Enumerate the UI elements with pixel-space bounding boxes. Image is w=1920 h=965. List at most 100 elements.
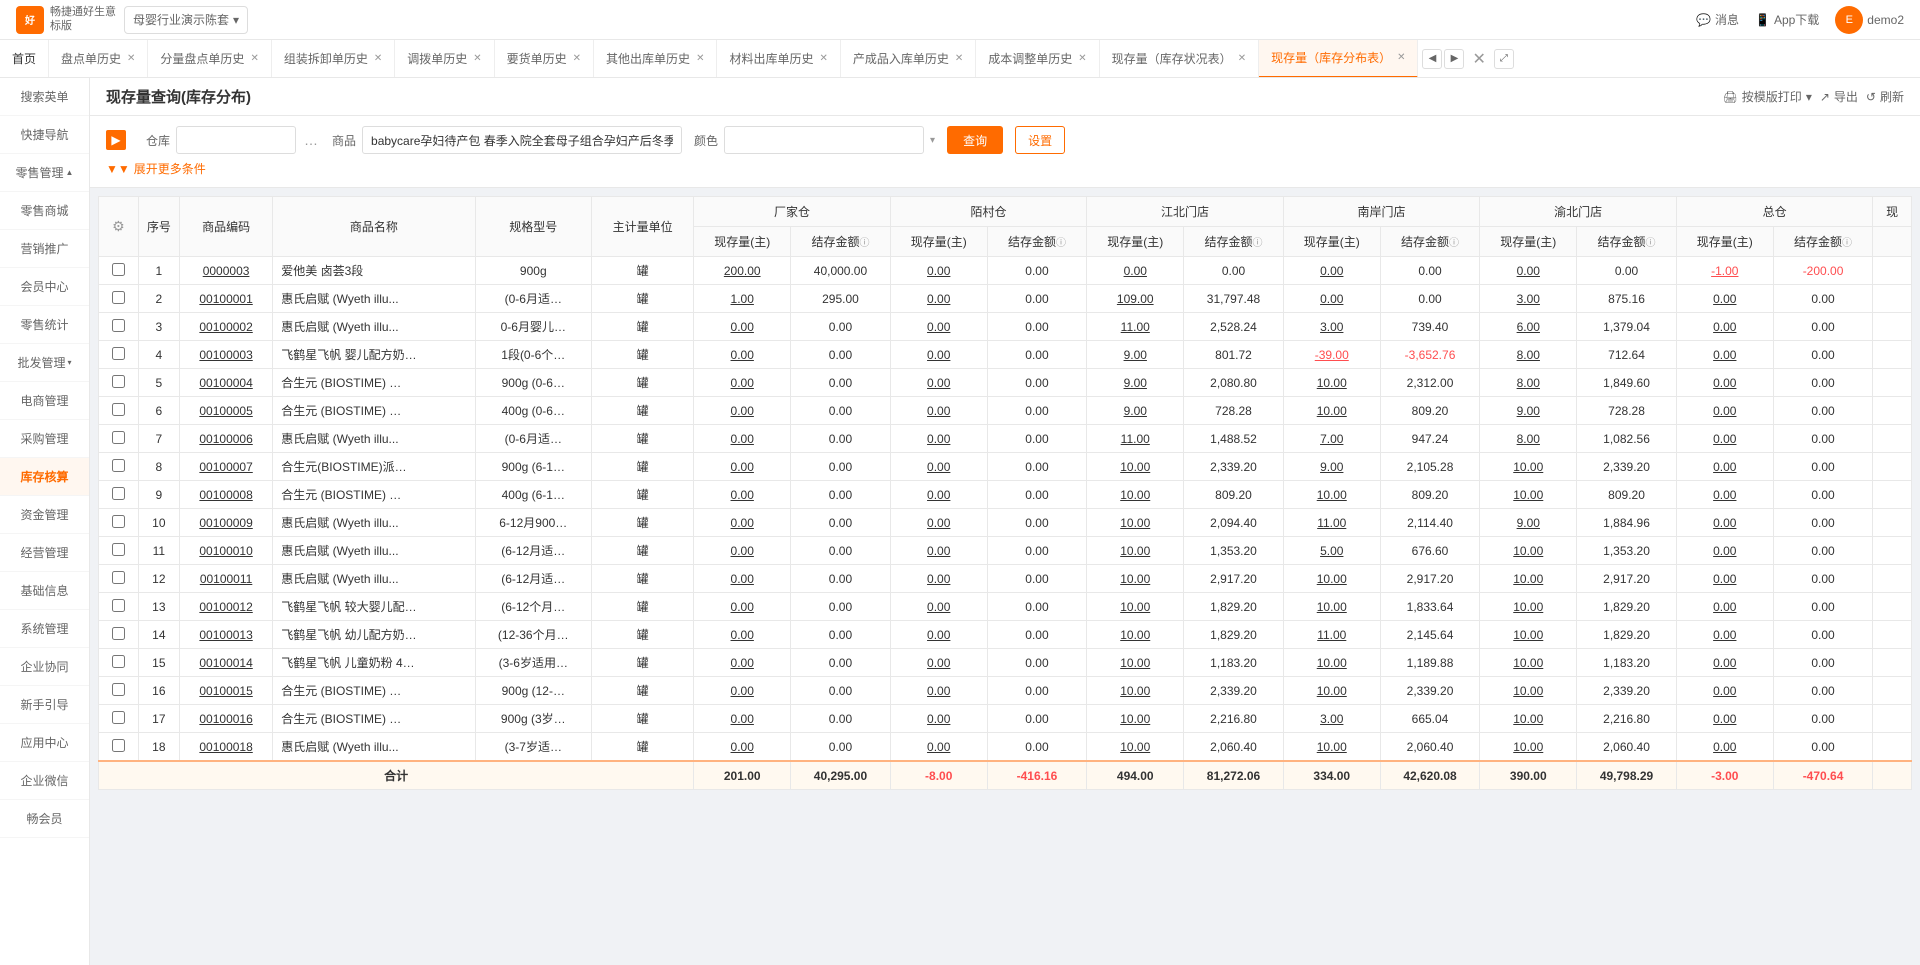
th-gear[interactable]: ⚙: [99, 197, 139, 257]
col-mucun-qty[interactable]: 0.00: [890, 481, 987, 509]
print-button[interactable]: 🖨 按模版打印 ▾: [1723, 88, 1812, 105]
col-checkbox[interactable]: [99, 593, 139, 621]
col-nanan-qty[interactable]: 0.00: [1283, 257, 1380, 285]
col-code[interactable]: 00100016: [179, 705, 272, 733]
col-total-qty[interactable]: 0.00: [1676, 397, 1773, 425]
col-checkbox[interactable]: [99, 285, 139, 313]
col-total-qty[interactable]: 0.00: [1676, 425, 1773, 453]
col-nanan-qty[interactable]: 0.00: [1283, 285, 1380, 313]
col-mucun-qty[interactable]: 0.00: [890, 649, 987, 677]
col-checkbox[interactable]: [99, 649, 139, 677]
col-yubei-qty[interactable]: 6.00: [1480, 313, 1577, 341]
col-yubei-qty[interactable]: 10.00: [1480, 537, 1577, 565]
col-nanan-qty[interactable]: 10.00: [1283, 677, 1380, 705]
col-code[interactable]: 00100009: [179, 509, 272, 537]
tab-split-count[interactable]: 分量盘点单历史 ✕: [148, 40, 271, 78]
col-yubei-qty[interactable]: 10.00: [1480, 733, 1577, 762]
col-jiangbei-qty[interactable]: 10.00: [1087, 677, 1184, 705]
download-action[interactable]: 📱 App下载: [1755, 11, 1819, 28]
col-mucun-qty[interactable]: 0.00: [890, 593, 987, 621]
color-input[interactable]: [724, 126, 924, 154]
col-nanan-qty[interactable]: 11.00: [1283, 509, 1380, 537]
nav-next-button[interactable]: ▶: [1444, 49, 1464, 69]
col-checkbox[interactable]: [99, 397, 139, 425]
sidebar-item-search[interactable]: 搜索英单: [0, 78, 89, 116]
col-code[interactable]: 00100013: [179, 621, 272, 649]
col-jiangbei-qty[interactable]: 10.00: [1087, 593, 1184, 621]
industry-selector[interactable]: 母婴行业演示陈套 ▾: [124, 6, 248, 34]
col-yubei-qty[interactable]: 10.00: [1480, 453, 1577, 481]
col-mucun-qty[interactable]: 0.00: [890, 453, 987, 481]
col-jiangbei-qty[interactable]: 10.00: [1087, 705, 1184, 733]
col-total-qty[interactable]: -1.00: [1676, 257, 1773, 285]
col-changjia-qty[interactable]: 200.00: [694, 257, 791, 285]
col-changjia-qty[interactable]: 0.00: [694, 313, 791, 341]
close-icon[interactable]: ✕: [127, 53, 135, 64]
col-code[interactable]: 00100011: [179, 565, 272, 593]
sidebar-item-wechat[interactable]: 企业微信: [0, 762, 89, 800]
col-mucun-qty[interactable]: 0.00: [890, 705, 987, 733]
col-total-qty[interactable]: 0.00: [1676, 313, 1773, 341]
col-code[interactable]: 00100006: [179, 425, 272, 453]
col-mucun-qty[interactable]: 0.00: [890, 341, 987, 369]
col-nanan-qty[interactable]: 11.00: [1283, 621, 1380, 649]
sidebar-item-retail-mgmt[interactable]: 零售管理 ▲: [0, 154, 89, 192]
col-yubei-qty[interactable]: 3.00: [1480, 285, 1577, 313]
col-total-qty[interactable]: 0.00: [1676, 733, 1773, 762]
col-total-qty[interactable]: 0.00: [1676, 509, 1773, 537]
col-yubei-qty[interactable]: 10.00: [1480, 481, 1577, 509]
sidebar-item-retail-stats[interactable]: 零售统计: [0, 306, 89, 344]
col-code[interactable]: 00100003: [179, 341, 272, 369]
col-total-qty[interactable]: 0.00: [1676, 677, 1773, 705]
col-total-qty[interactable]: 0.00: [1676, 481, 1773, 509]
sidebar-item-app-center[interactable]: 应用中心: [0, 724, 89, 762]
sidebar-item-system[interactable]: 系统管理: [0, 610, 89, 648]
col-nanan-qty[interactable]: 5.00: [1283, 537, 1380, 565]
col-mucun-qty[interactable]: 0.00: [890, 285, 987, 313]
col-nanan-qty[interactable]: 7.00: [1283, 425, 1380, 453]
close-icon[interactable]: ✕: [473, 53, 481, 64]
sidebar-item-basics[interactable]: 基础信息: [0, 572, 89, 610]
col-yubei-qty[interactable]: 8.00: [1480, 341, 1577, 369]
col-changjia-qty[interactable]: 0.00: [694, 453, 791, 481]
refresh-button[interactable]: ↺ 刷新: [1866, 88, 1904, 105]
col-checkbox[interactable]: [99, 341, 139, 369]
close-all-button[interactable]: ✕: [1466, 49, 1491, 69]
col-checkbox[interactable]: [99, 453, 139, 481]
message-action[interactable]: 💬 消息: [1696, 11, 1739, 28]
tab-stock-status[interactable]: 现存量（库存状况表） ✕: [1100, 40, 1259, 78]
sidebar-item-corp-collab[interactable]: 企业协同: [0, 648, 89, 686]
goods-input[interactable]: [362, 126, 682, 154]
sidebar-item-member[interactable]: 会员中心: [0, 268, 89, 306]
col-jiangbei-qty[interactable]: 11.00: [1087, 425, 1184, 453]
col-code[interactable]: 00100004: [179, 369, 272, 397]
table-area[interactable]: ⚙ 序号 商品编码 商品名称 规格型号 主计量单位 厂家仓 陌村仓 江北门店 南…: [90, 188, 1920, 965]
col-yubei-qty[interactable]: 9.00: [1480, 397, 1577, 425]
col-code[interactable]: 00100008: [179, 481, 272, 509]
close-icon[interactable]: ✕: [1238, 53, 1246, 64]
col-total-qty[interactable]: 0.00: [1676, 369, 1773, 397]
col-yubei-qty[interactable]: 10.00: [1480, 565, 1577, 593]
col-jiangbei-qty[interactable]: 10.00: [1087, 509, 1184, 537]
col-jiangbei-qty[interactable]: 9.00: [1087, 397, 1184, 425]
col-checkbox[interactable]: [99, 313, 139, 341]
tab-other-out[interactable]: 其他出库单历史 ✕: [594, 40, 717, 78]
col-checkbox[interactable]: [99, 509, 139, 537]
close-icon[interactable]: ✕: [1078, 53, 1086, 64]
col-changjia-qty[interactable]: 0.00: [694, 369, 791, 397]
sidebar-item-quicknav[interactable]: 快捷导航: [0, 116, 89, 154]
col-changjia-qty[interactable]: 0.00: [694, 649, 791, 677]
col-jiangbei-qty[interactable]: 9.00: [1087, 369, 1184, 397]
col-total-qty[interactable]: 0.00: [1676, 453, 1773, 481]
expand-conditions-button[interactable]: ▼▼ 展开更多条件: [106, 160, 1904, 177]
col-nanan-qty[interactable]: 10.00: [1283, 397, 1380, 425]
col-mucun-qty[interactable]: 0.00: [890, 397, 987, 425]
sidebar-item-member2[interactable]: 畅会员: [0, 800, 89, 838]
col-nanan-qty[interactable]: 10.00: [1283, 649, 1380, 677]
sidebar-item-marketing[interactable]: 营销推广: [0, 230, 89, 268]
col-changjia-qty[interactable]: 0.00: [694, 593, 791, 621]
col-total-qty[interactable]: 0.00: [1676, 593, 1773, 621]
col-jiangbei-qty[interactable]: 10.00: [1087, 733, 1184, 762]
col-changjia-qty[interactable]: 0.00: [694, 425, 791, 453]
col-yubei-qty[interactable]: 0.00: [1480, 257, 1577, 285]
